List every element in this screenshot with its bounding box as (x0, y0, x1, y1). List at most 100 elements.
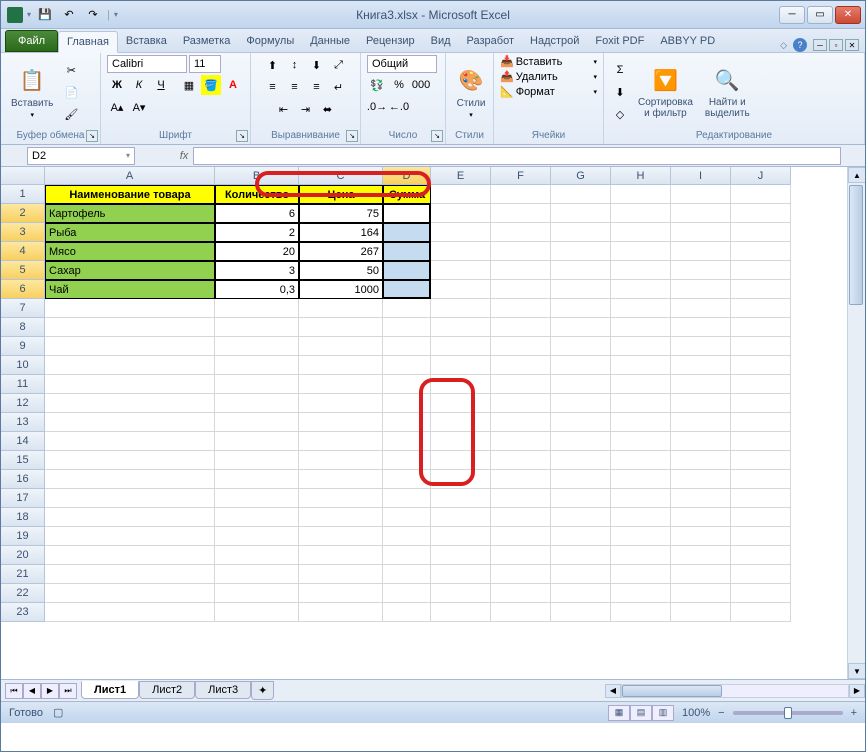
bold-button[interactable]: Ж (107, 75, 127, 95)
cell-H21[interactable] (611, 565, 671, 584)
cut-button[interactable]: ✂ (61, 60, 81, 80)
macro-record-icon[interactable]: ▢ (53, 706, 63, 719)
row-header-16[interactable]: 16 (1, 470, 45, 489)
cell-J6[interactable] (731, 280, 791, 299)
styles-button[interactable]: 🎨 Стили ▾ (452, 64, 490, 121)
close-button[interactable]: ✕ (835, 6, 861, 24)
ribbon-tab-рецензир[interactable]: Рецензир (358, 31, 423, 52)
cell-J4[interactable] (731, 242, 791, 261)
ribbon-tab-разметка[interactable]: Разметка (175, 31, 239, 52)
cell-B5[interactable]: 3 (215, 261, 299, 280)
cell-C22[interactable] (299, 584, 383, 603)
cell-H10[interactable] (611, 356, 671, 375)
cell-H18[interactable] (611, 508, 671, 527)
row-header-21[interactable]: 21 (1, 565, 45, 584)
cell-E3[interactable] (431, 223, 491, 242)
cell-F16[interactable] (491, 470, 551, 489)
shrink-font-button[interactable]: A▾ (129, 97, 149, 117)
cell-G20[interactable] (551, 546, 611, 565)
cell-H17[interactable] (611, 489, 671, 508)
cell-B17[interactable] (215, 489, 299, 508)
page-break-view-button[interactable]: ▥ (652, 705, 674, 721)
spreadsheet-grid[interactable]: ABCDEFGHIJ 12345678910111213141516171819… (1, 167, 865, 679)
cell-J18[interactable] (731, 508, 791, 527)
cell-F4[interactable] (491, 242, 551, 261)
cell-H2[interactable] (611, 204, 671, 223)
cell-J11[interactable] (731, 375, 791, 394)
cell-G16[interactable] (551, 470, 611, 489)
cell-C17[interactable] (299, 489, 383, 508)
cell-E17[interactable] (431, 489, 491, 508)
cell-H4[interactable] (611, 242, 671, 261)
horizontal-scrollbar[interactable]: ◀ ▶ (605, 682, 865, 700)
undo-button[interactable]: ↶ (59, 5, 79, 25)
cell-D18[interactable] (383, 508, 431, 527)
cell-I15[interactable] (671, 451, 731, 470)
cell-E5[interactable] (431, 261, 491, 280)
cell-C13[interactable] (299, 413, 383, 432)
align-right-button[interactable]: ≡ (307, 77, 327, 97)
cell-C14[interactable] (299, 432, 383, 451)
cell-J16[interactable] (731, 470, 791, 489)
cell-E4[interactable] (431, 242, 491, 261)
zoom-in-button[interactable]: + (851, 707, 857, 719)
sheet-tab-Лист3[interactable]: Лист3 (195, 681, 251, 699)
cell-I9[interactable] (671, 337, 731, 356)
cell-H13[interactable] (611, 413, 671, 432)
doc-minimize-button[interactable]: ─ (813, 39, 827, 51)
cell-B21[interactable] (215, 565, 299, 584)
new-sheet-button[interactable]: ✦ (251, 681, 274, 700)
cell-A21[interactable] (45, 565, 215, 584)
cell-I19[interactable] (671, 527, 731, 546)
hscroll-thumb[interactable] (622, 685, 722, 697)
doc-close-button[interactable]: ✕ (845, 39, 859, 51)
cell-E18[interactable] (431, 508, 491, 527)
cell-E6[interactable] (431, 280, 491, 299)
cell-F23[interactable] (491, 603, 551, 622)
row-header-9[interactable]: 9 (1, 337, 45, 356)
cell-A9[interactable] (45, 337, 215, 356)
cell-C5[interactable]: 50 (299, 261, 383, 280)
cell-G15[interactable] (551, 451, 611, 470)
cell-B22[interactable] (215, 584, 299, 603)
copy-button[interactable]: 📄 (61, 82, 81, 102)
cell-B18[interactable] (215, 508, 299, 527)
cell-F12[interactable] (491, 394, 551, 413)
cell-J15[interactable] (731, 451, 791, 470)
minimize-button[interactable]: ─ (779, 6, 805, 24)
cell-F18[interactable] (491, 508, 551, 527)
cell-J9[interactable] (731, 337, 791, 356)
cell-B9[interactable] (215, 337, 299, 356)
row-header-18[interactable]: 18 (1, 508, 45, 527)
cell-A5[interactable]: Сахар (45, 261, 215, 280)
format-painter-button[interactable]: 🖌 (61, 104, 81, 124)
cell-E9[interactable] (431, 337, 491, 356)
font-launcher[interactable]: ↘ (236, 130, 248, 142)
cell-A8[interactable] (45, 318, 215, 337)
cell-A1[interactable]: Наименование товара (45, 185, 215, 204)
sheet-tab-Лист2[interactable]: Лист2 (139, 681, 195, 699)
cell-D13[interactable] (383, 413, 431, 432)
cell-J10[interactable] (731, 356, 791, 375)
cell-D15[interactable] (383, 451, 431, 470)
page-layout-view-button[interactable]: ▤ (630, 705, 652, 721)
cell-D14[interactable] (383, 432, 431, 451)
column-header-D[interactable]: D (383, 167, 431, 185)
cell-F8[interactable] (491, 318, 551, 337)
column-header-C[interactable]: C (299, 167, 383, 185)
cell-H6[interactable] (611, 280, 671, 299)
first-sheet-button[interactable]: ⏮ (5, 683, 23, 699)
delete-cells-button[interactable]: 📤Удалить▾ (500, 70, 597, 83)
align-left-button[interactable]: ≡ (263, 77, 283, 97)
cell-A4[interactable]: Мясо (45, 242, 215, 261)
cell-C1[interactable]: Цена (299, 185, 383, 204)
cell-E16[interactable] (431, 470, 491, 489)
row-header-20[interactable]: 20 (1, 546, 45, 565)
fill-button[interactable]: ⬇ (610, 82, 630, 102)
cell-D9[interactable] (383, 337, 431, 356)
cell-A20[interactable] (45, 546, 215, 565)
number-launcher[interactable]: ↘ (431, 130, 443, 142)
doc-restore-button[interactable]: ▫ (829, 39, 843, 51)
cell-D22[interactable] (383, 584, 431, 603)
cell-H14[interactable] (611, 432, 671, 451)
